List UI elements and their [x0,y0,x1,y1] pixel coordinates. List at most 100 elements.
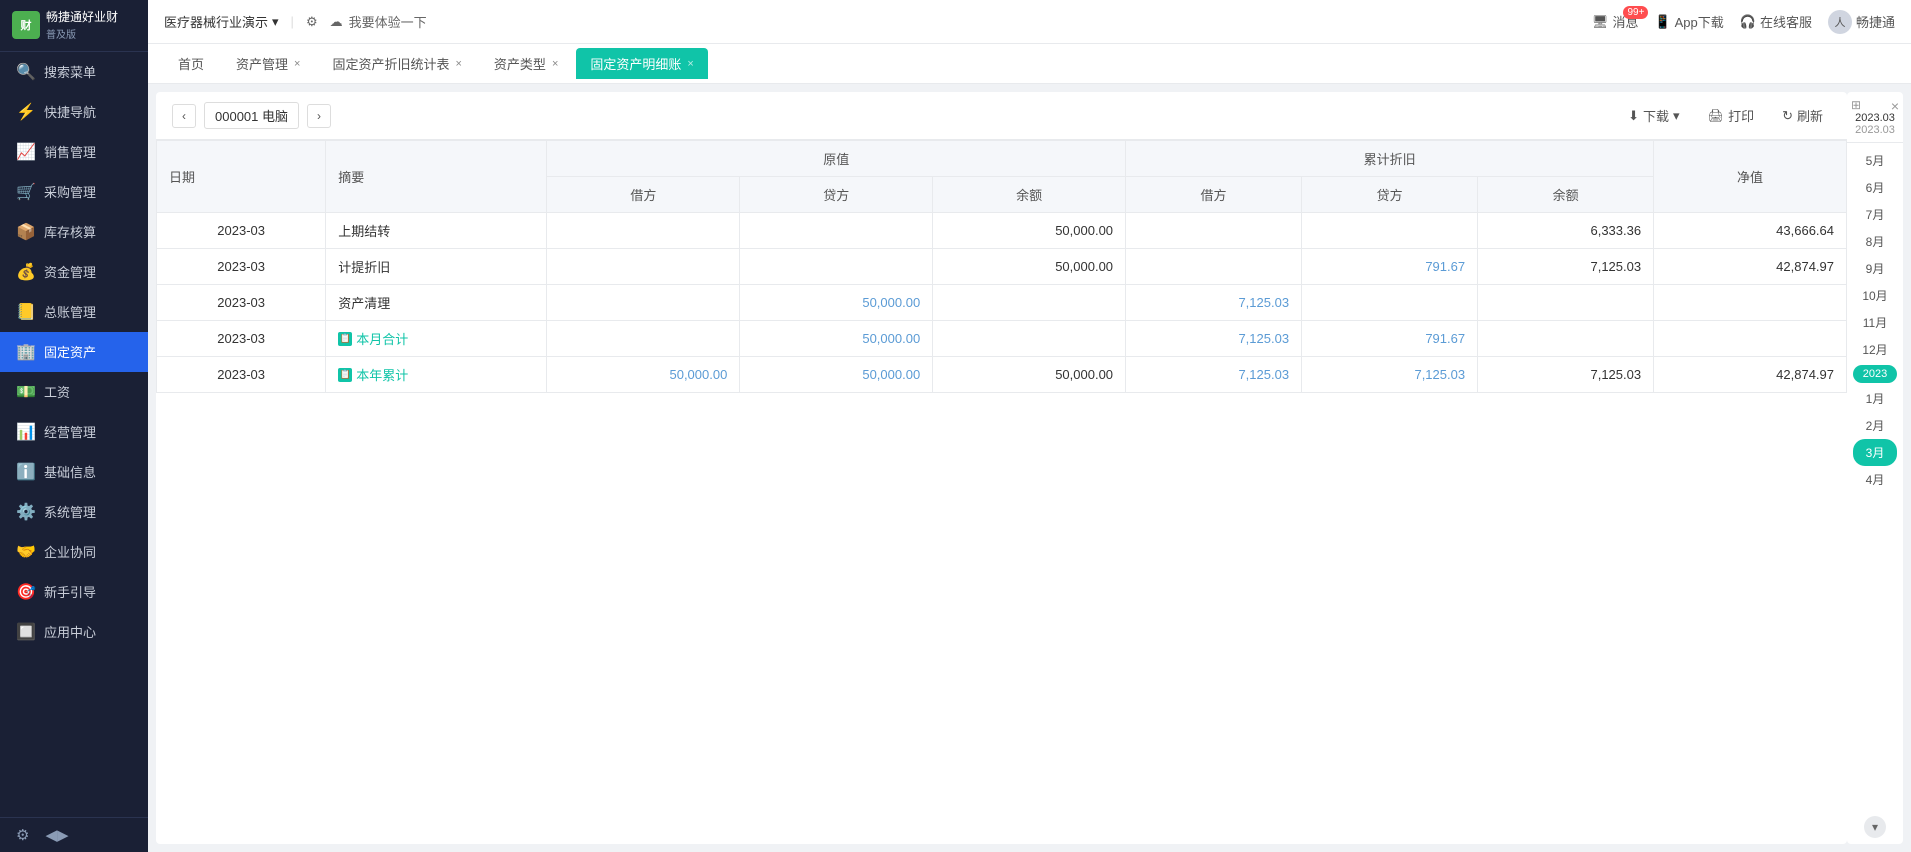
timeline-month-4[interactable]: 4月 [1847,466,1903,493]
timeline-month-7[interactable]: 7月 [1847,201,1903,228]
cell-orig-credit [740,249,933,285]
timeline-month-5[interactable]: 5月 [1847,147,1903,174]
timeline-month-8[interactable]: 8月 [1847,228,1903,255]
cell-net-value [1654,285,1847,321]
notification-btn[interactable]: 🖥 消息 99+ [1592,12,1639,31]
tab-close-depreciation-stat[interactable]: × [455,58,461,70]
col-dep-credit: 贷方 [1302,177,1478,213]
cell-orig-balance: 50,000.00 [933,357,1126,393]
cell-summary: 📋本月合计 [326,321,547,357]
asset-id-badge: 000001 电脑 [204,102,299,129]
sidebar-item-app-center[interactable]: 🔲 应用中心 [0,612,148,652]
timeline-month-11[interactable]: 11月 [1847,309,1903,336]
main-panel: ‹ 000001 电脑 › ⬇ 下载 ▾ 🖨 打印 ↻ 刷新 [156,92,1847,844]
sidebar-item-guide[interactable]: 🎯 新手引导 [0,572,148,612]
sidebar-item-operations[interactable]: 📊 经营管理 [0,412,148,452]
cell-date: 2023-03 [157,357,326,393]
company-selector[interactable]: 医疗器械行业演示 ▾ [164,12,279,31]
timeline-month-9[interactable]: 9月 [1847,255,1903,282]
sidebar-item-collab[interactable]: 🤝 企业协同 [0,532,148,572]
sidebar-item-purchase[interactable]: 🛒 采购管理 [0,172,148,212]
collapse-icon[interactable]: ◀▶ [45,826,68,844]
search-icon: 🔍 [16,62,36,82]
cell-summary: 资产清理 [326,285,547,321]
cell-orig-debit: 50,000.00 [547,357,740,393]
settings-icon[interactable]: ⚙ [16,826,29,844]
col-original-value: 原值 [547,141,1126,177]
fixed-assets-icon: 🏢 [16,342,36,362]
tab-asset-type[interactable]: 资产类型 × [480,48,572,79]
cell-net-value: 43,666.64 [1654,213,1847,249]
sidebar-item-quick-nav[interactable]: ⚡ 快捷导航 [0,92,148,132]
sidebar-item-ledger[interactable]: 📒 总账管理 [0,292,148,332]
refresh-btn[interactable]: ↻ 刷新 [1774,102,1831,129]
experience-btn[interactable]: ☁ 我要体验一下 [330,12,427,31]
table-row: 2023-03 📋本月合计 50,000.00 7,125.03 791.67 [157,321,1847,357]
tab-close-asset-mgmt[interactable]: × [294,58,300,70]
timeline-month-12[interactable]: 12月 [1847,336,1903,363]
cell-orig-debit [547,321,740,357]
user-menu[interactable]: 人 畅捷通 [1828,10,1895,34]
sidebar-nav: 🔍 搜索菜单 ⚡ 快捷导航 📈 销售管理 🛒 采购管理 📦 库存核算 💰 资金管… [0,52,148,817]
tab-close-asset-type[interactable]: × [552,58,558,70]
sidebar-item-payroll[interactable]: 💵 工资 [0,372,148,412]
sidebar-item-finance[interactable]: 💰 资金管理 [0,252,148,292]
col-net-value: 净值 [1654,141,1847,213]
expand-icon[interactable]: ⊞ [1851,98,1861,112]
col-date: 日期 [157,141,326,213]
cell-dep-credit: 791.67 [1302,321,1478,357]
cell-dep-debit: 7,125.03 [1126,285,1302,321]
sidebar-item-search[interactable]: 🔍 搜索菜单 [0,52,148,92]
prev-asset-btn[interactable]: ‹ [172,104,196,128]
cell-dep-debit [1126,213,1302,249]
tab-asset-mgmt[interactable]: 资产管理 × [222,48,314,79]
payroll-icon: 💵 [16,382,36,402]
scroll-down-btn[interactable]: ▾ [1864,816,1886,838]
timeline-year-2023: 2023 [1853,365,1897,383]
cell-dep-debit: 7,125.03 [1126,321,1302,357]
timeline-month-1[interactable]: 1月 [1847,385,1903,412]
cell-orig-debit [547,249,740,285]
main-area: 医疗器械行业演示 ▾ | ⚙ ☁ 我要体验一下 🖥 消息 99+ 📱 App下载… [148,0,1911,852]
notification-badge: 99+ [1623,6,1648,19]
cell-summary: 计提折旧 [326,249,547,285]
tab-close-asset-detail[interactable]: × [687,58,693,70]
tab-depreciation-stat[interactable]: 固定资产折旧统计表 × [318,48,475,79]
sidebar-item-system[interactable]: ⚙️ 系统管理 [0,492,148,532]
timeline-bottom: ▾ [1847,810,1903,844]
table-row: 2023-03 资产清理 50,000.00 7,125.03 [157,285,1847,321]
timeline-month-2[interactable]: 2月 [1847,412,1903,439]
cell-dep-balance [1478,285,1654,321]
cell-dep-credit [1302,285,1478,321]
sidebar-item-basic-info[interactable]: ℹ️ 基础信息 [0,452,148,492]
cell-orig-balance [933,321,1126,357]
col-orig-debit: 借方 [547,177,740,213]
tab-home[interactable]: 首页 [164,48,218,79]
download-btn[interactable]: ⬇ 下载 ▾ [1620,102,1687,129]
sidebar-item-inventory[interactable]: 📦 库存核算 [0,212,148,252]
print-btn[interactable]: 🖨 打印 [1700,102,1763,129]
tab-asset-detail[interactable]: 固定资产明细账 × [576,48,707,79]
cell-summary: 📋本年累计 [326,357,547,393]
cell-orig-balance: 50,000.00 [933,213,1126,249]
table-row: 2023-03 计提折旧 50,000.00 791.67 7,125.03 4… [157,249,1847,285]
customer-support-btn[interactable]: 🎧 在线客服 [1740,12,1812,31]
app-download-btn[interactable]: 📱 App下载 [1654,12,1723,31]
timeline-month-10[interactable]: 10月 [1847,282,1903,309]
close-timeline-btn[interactable]: × [1891,98,1899,114]
experience-icon: ☁ [330,14,343,30]
sidebar-item-sales[interactable]: 📈 销售管理 [0,132,148,172]
cell-dep-balance: 7,125.03 [1478,249,1654,285]
content-area: ‹ 000001 电脑 › ⬇ 下载 ▾ 🖨 打印 ↻ 刷新 [148,84,1911,852]
ledger-icon: 📒 [16,302,36,322]
cell-orig-credit: 50,000.00 [740,357,933,393]
sidebar-item-fixed-assets[interactable]: 🏢 固定资产 [0,332,148,372]
settings-gear-icon[interactable]: ⚙ [306,14,318,30]
timeline-month-6[interactable]: 6月 [1847,174,1903,201]
timeline-scroll: 5月 6月 7月 8月 9月 10月 11月 12月 2023 1月 2月 3月… [1847,143,1903,810]
download-icon: 📱 [1654,14,1670,30]
chevron-down-icon: ▾ [272,14,279,30]
next-asset-btn[interactable]: › [307,104,331,128]
system-icon: ⚙️ [16,502,36,522]
timeline-month-3[interactable]: 3月 [1853,439,1897,466]
